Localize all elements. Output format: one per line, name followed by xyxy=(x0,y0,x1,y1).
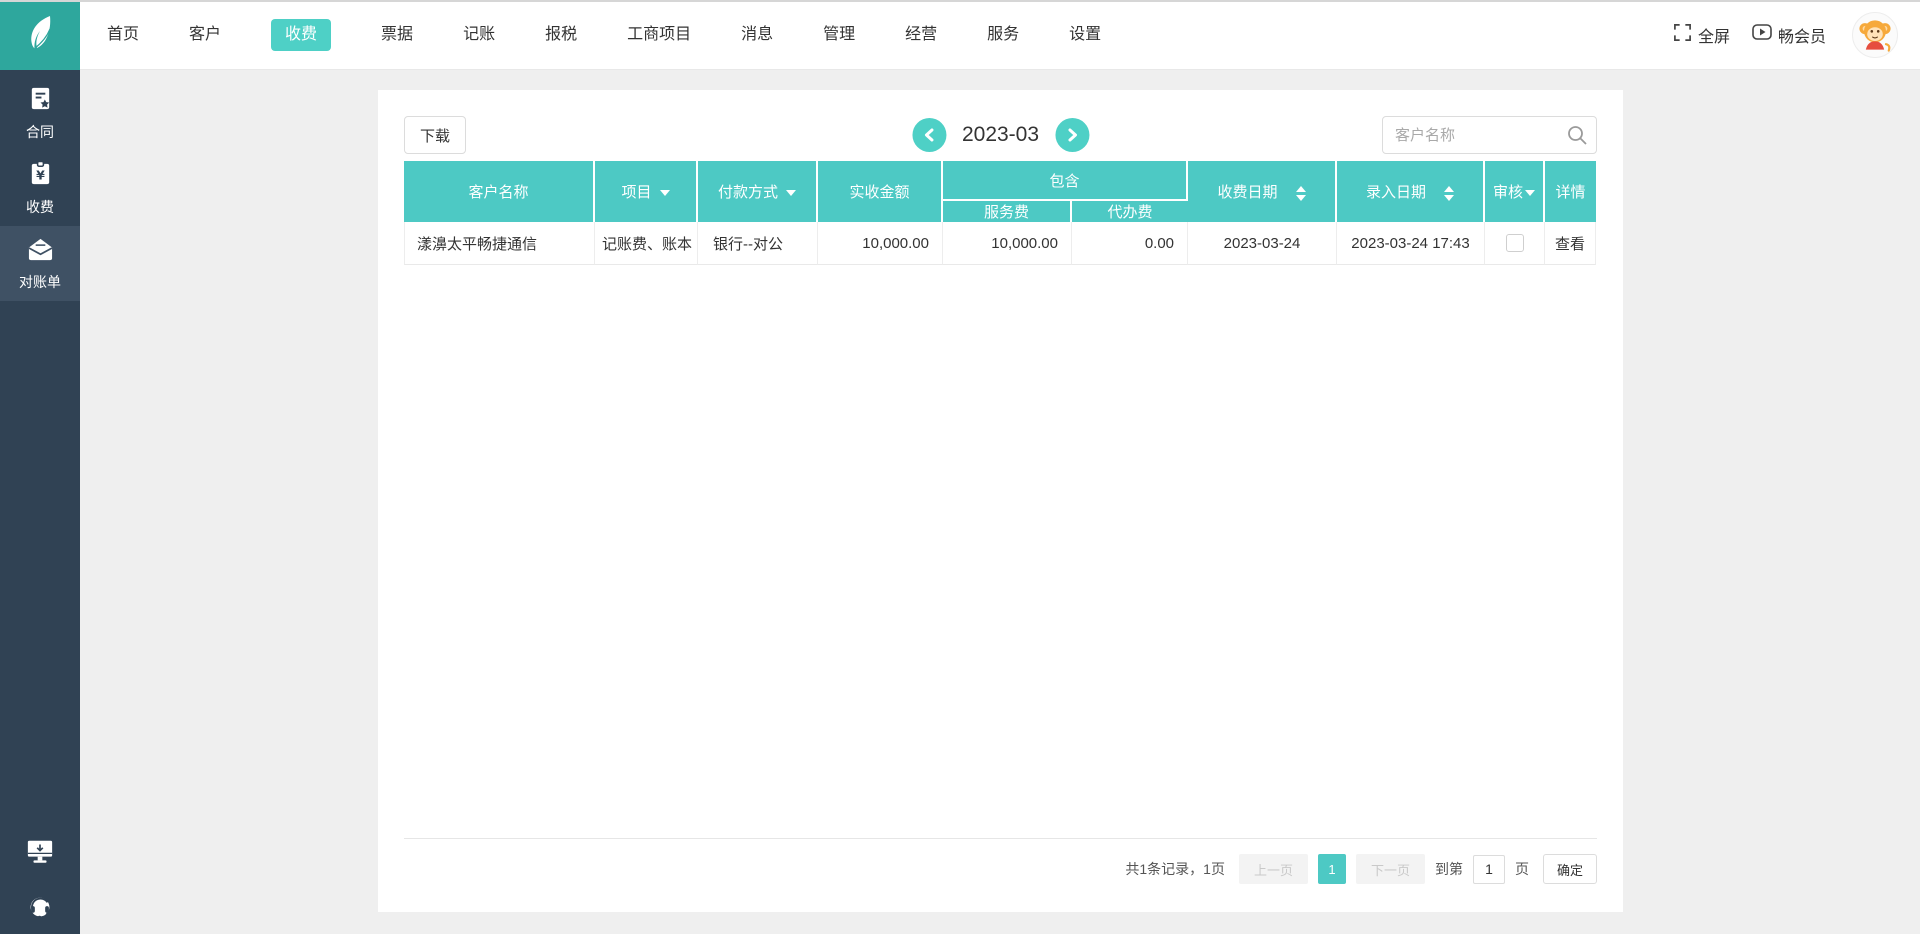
previous-month-button[interactable] xyxy=(911,118,946,152)
sidebar-item-contracts[interactable]: 合同 xyxy=(0,76,80,151)
menu-item-business-projects[interactable]: 工商项目 xyxy=(627,19,691,51)
goto-page-prefix: 到第 xyxy=(1434,861,1463,877)
period-navigator: 2023-03 xyxy=(911,116,1090,154)
col-header-amount: 实收金额 xyxy=(818,161,943,222)
fullscreen-icon xyxy=(1673,23,1692,47)
col-header-charge-date-sort[interactable]: 收费日期 xyxy=(1188,161,1338,222)
menu-item-operations[interactable]: 经营 xyxy=(905,19,937,51)
menu-item-settings[interactable]: 设置 xyxy=(1069,19,1101,51)
customer-service-icon[interactable] xyxy=(25,893,55,928)
menu-item-home[interactable]: 首页 xyxy=(107,19,139,51)
sidebar-item-label: 对账单 xyxy=(19,274,61,290)
member-label: 畅会员 xyxy=(1777,28,1826,46)
user-avatar[interactable] xyxy=(1852,11,1898,58)
cell-customer: 漾濞太平畅捷通信 xyxy=(404,222,595,265)
confirm-page-button[interactable]: 确定 xyxy=(1542,854,1597,884)
client-download-icon[interactable] xyxy=(25,838,55,871)
cell-project: 记账费、账本 xyxy=(595,222,698,265)
cell-payment: 银行--对公 xyxy=(698,222,818,265)
audit-checkbox[interactable] xyxy=(1505,234,1524,253)
col-header-payment-filter[interactable]: 付款方式 xyxy=(698,161,818,222)
menu-item-customers[interactable]: 客户 xyxy=(189,19,221,51)
col-header-audit-filter[interactable]: 审核 xyxy=(1485,161,1546,222)
menu-item-invoices[interactable]: 票据 xyxy=(381,19,413,51)
col-header-detail: 详情 xyxy=(1545,161,1597,222)
col-header-project-filter[interactable]: 项目 xyxy=(595,161,698,222)
fullscreen-button[interactable]: 全屏 xyxy=(1673,23,1730,47)
fullscreen-label: 全屏 xyxy=(1697,28,1730,46)
menu-item-messages[interactable]: 消息 xyxy=(741,19,773,51)
cell-amount: 10,000.00 xyxy=(818,222,943,265)
fee-icon: ¥ xyxy=(27,160,54,190)
sidebar-item-statements[interactable]: 对账单 xyxy=(0,226,80,301)
table-footer: 共1条记录，1页 上一页 1 下一页 到第 页 确定 xyxy=(404,838,1597,884)
menu-item-fees[interactable]: 收费 xyxy=(271,18,332,51)
svg-text:¥: ¥ xyxy=(36,167,45,182)
toolbar: 下载 2023-03 xyxy=(404,116,1597,154)
sidebar-bottom-icons xyxy=(0,838,80,928)
col-header-customer: 客户名称 xyxy=(404,161,595,222)
cell-entry-date: 2023-03-24 17:43 xyxy=(1337,222,1486,265)
filter-caret-icon xyxy=(786,190,796,197)
sort-icon[interactable] xyxy=(1444,185,1455,201)
sidebar-item-label: 合同 xyxy=(26,124,54,140)
menu-item-management[interactable]: 管理 xyxy=(823,19,855,51)
sort-icon[interactable] xyxy=(1295,185,1306,201)
cell-charge-date: 2023-03-24 xyxy=(1188,222,1338,265)
cell-audit xyxy=(1485,222,1546,265)
sidebar-item-label: 收费 xyxy=(26,199,54,215)
member-button[interactable]: 畅会员 xyxy=(1752,22,1826,47)
menu-item-bookkeeping[interactable]: 记账 xyxy=(463,19,495,51)
col-header-agency-fee: 代办费 xyxy=(1072,201,1189,222)
contract-icon xyxy=(27,85,54,115)
window-top-border xyxy=(0,0,1920,2)
sidebar-item-fees[interactable]: ¥ 收费 xyxy=(0,151,80,226)
menu-item-tax[interactable]: 报税 xyxy=(545,19,577,51)
customer-search xyxy=(1382,116,1597,154)
app-logo[interactable] xyxy=(0,0,80,70)
topnav-right-actions: 全屏 畅会员 xyxy=(1673,11,1898,58)
cell-detail: 查看 xyxy=(1545,222,1597,265)
next-month-button[interactable] xyxy=(1055,118,1090,152)
search-icon[interactable] xyxy=(1565,123,1589,150)
filter-caret-icon xyxy=(1525,190,1536,197)
col-header-include-group: 包含 xyxy=(943,161,1189,201)
cell-service-fee: 10,000.00 xyxy=(943,222,1072,265)
goto-page-suffix: 页 xyxy=(1514,861,1529,877)
fees-table: 客户名称 项目 付款方式 实收金额 包含 收费日期 录入日期 审核 详情 服务费… xyxy=(404,161,1597,265)
goto-page-input[interactable] xyxy=(1472,854,1505,884)
col-header-entry-date-sort[interactable]: 录入日期 xyxy=(1337,161,1486,222)
statement-icon xyxy=(26,235,55,265)
previous-page-button[interactable]: 上一页 xyxy=(1238,854,1308,884)
main-menu: 首页 客户 收费 票据 记账 报税 工商项目 消息 管理 经营 服务 设置 xyxy=(107,18,1101,51)
leaf-logo-icon xyxy=(19,11,61,58)
left-sidebar: 合同 ¥ 收费 对账单 xyxy=(0,70,80,934)
play-icon xyxy=(1752,22,1772,47)
statements-panel: 下载 2023-03 客户名称 客户名称 项目 付款方式 实收金额 包含 收费日… xyxy=(378,90,1623,912)
filter-caret-icon xyxy=(659,190,670,197)
next-page-button[interactable]: 下一页 xyxy=(1355,854,1425,884)
record-summary: 共1条记录，1页 xyxy=(1125,861,1225,877)
col-header-service-fee: 服务费 xyxy=(943,201,1072,222)
table-row: 漾濞太平畅捷通信 记账费、账本 银行--对公 10,000.00 10,000.… xyxy=(404,222,1597,265)
download-button[interactable]: 下载 xyxy=(404,116,466,154)
pagination: 共1条记录，1页 上一页 1 下一页 到第 页 确定 xyxy=(404,854,1597,884)
view-detail-link[interactable]: 查看 xyxy=(1555,236,1585,253)
top-navbar: 首页 客户 收费 票据 记账 报税 工商项目 消息 管理 经营 服务 设置 全屏 xyxy=(0,0,1920,70)
current-period: 2023-03 xyxy=(961,123,1040,146)
current-page-button[interactable]: 1 xyxy=(1317,854,1346,884)
cell-agency-fee: 0.00 xyxy=(1072,222,1189,265)
menu-item-services[interactable]: 服务 xyxy=(987,19,1019,51)
